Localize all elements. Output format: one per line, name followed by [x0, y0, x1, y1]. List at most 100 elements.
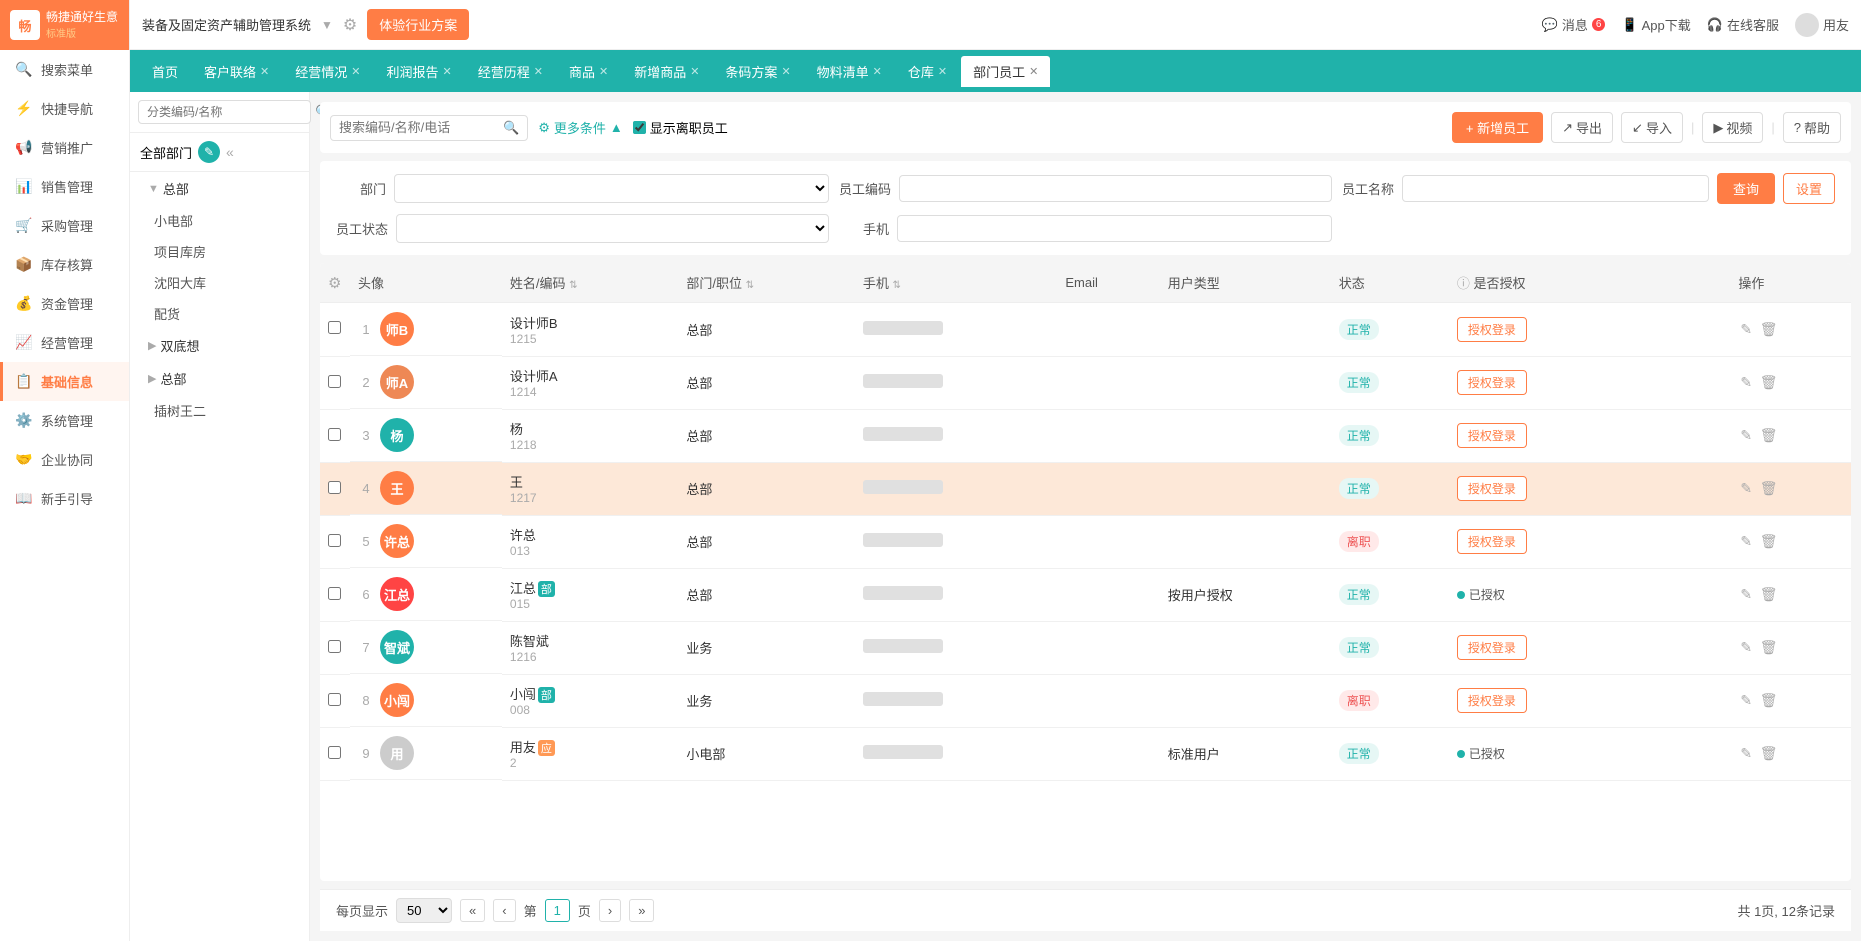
tree-group-zongbu[interactable]: ▼ 总部: [130, 172, 309, 205]
auth-login-button[interactable]: 授权登录: [1457, 370, 1527, 395]
tab-close-barcode[interactable]: ✕: [781, 65, 790, 78]
row-checkbox[interactable]: [328, 693, 341, 706]
sidebar-item-system[interactable]: ⚙️ 系统管理: [0, 401, 129, 440]
auth-login-button[interactable]: 授权登录: [1457, 635, 1527, 660]
first-page-button[interactable]: «: [460, 899, 485, 922]
tab-new-goods[interactable]: 新增商品✕: [622, 56, 711, 87]
tree-leaf-project[interactable]: 项目库房: [130, 236, 309, 267]
resigned-checkbox-input[interactable]: [633, 121, 646, 134]
auth-login-button[interactable]: 授权登录: [1457, 423, 1527, 448]
col-gear[interactable]: ⚙: [320, 263, 350, 303]
tree-leaf-peihuo[interactable]: 配货: [130, 298, 309, 329]
sidebar-item-inventory[interactable]: 📦 库存核算: [0, 245, 129, 284]
help-button[interactable]: ? 帮助: [1783, 112, 1841, 143]
tab-close-goods[interactable]: ✕: [599, 65, 608, 78]
sidebar-item-search[interactable]: 🔍 搜索菜单: [0, 50, 129, 89]
tab-customer[interactable]: 客户联络✕: [192, 56, 281, 87]
auth-login-button[interactable]: 授权登录: [1457, 688, 1527, 713]
edit-button[interactable]: ✎: [1738, 637, 1754, 658]
delete-button[interactable]: 🗑: [1758, 372, 1780, 393]
tab-close-history[interactable]: ✕: [534, 65, 543, 78]
set-button[interactable]: 设置: [1783, 173, 1835, 204]
import-button[interactable]: ↙ 导入: [1621, 112, 1683, 143]
edit-button[interactable]: ✎: [1738, 425, 1754, 446]
tab-history[interactable]: 经营历程✕: [466, 56, 555, 87]
tab-goods[interactable]: 商品✕: [557, 56, 620, 87]
try-solution-button[interactable]: 体验行业方案: [367, 9, 469, 40]
add-employee-button[interactable]: + 新增员工: [1452, 112, 1543, 143]
delete-button[interactable]: 🗑: [1758, 690, 1780, 711]
tab-warehouse[interactable]: 仓库✕: [896, 56, 959, 87]
search-input[interactable]: [339, 120, 499, 135]
tab-close-warehouse[interactable]: ✕: [938, 65, 947, 78]
tree-search-input[interactable]: [138, 100, 311, 124]
delete-button[interactable]: 🗑: [1758, 478, 1780, 499]
auth-login-button[interactable]: 授权登录: [1457, 476, 1527, 501]
app-download-button[interactable]: 📱 App下载: [1621, 15, 1690, 34]
sidebar-item-shortcut[interactable]: ⚡ 快捷导航: [0, 89, 129, 128]
row-checkbox[interactable]: [328, 321, 341, 334]
more-conditions-button[interactable]: ⚙ 更多条件 ▲: [538, 118, 623, 137]
sidebar-item-purchase[interactable]: 🛒 采购管理: [0, 206, 129, 245]
dept-select[interactable]: [394, 174, 829, 203]
tab-close-dept[interactable]: ✕: [1029, 65, 1038, 78]
edit-button[interactable]: ✎: [1738, 372, 1754, 393]
tab-barcode[interactable]: 条码方案✕: [713, 56, 802, 87]
row-checkbox[interactable]: [328, 746, 341, 759]
row-checkbox[interactable]: [328, 375, 341, 388]
sidebar-item-finance[interactable]: 💰 资金管理: [0, 284, 129, 323]
video-button[interactable]: ▶ 视频: [1702, 112, 1763, 143]
tree-leaf-chashuwang[interactable]: 插树王二: [130, 395, 309, 426]
show-resigned-checkbox[interactable]: 显示离职员工: [633, 118, 728, 137]
service-button[interactable]: 🎧 在线客服: [1707, 15, 1779, 34]
status-select[interactable]: [396, 214, 829, 243]
tree-leaf-xiaodibu[interactable]: 小电部: [130, 205, 309, 236]
delete-button[interactable]: 🗑: [1758, 584, 1780, 605]
query-button[interactable]: 查询: [1717, 173, 1775, 204]
next-page-button[interactable]: ›: [599, 899, 621, 922]
delete-button[interactable]: 🗑: [1758, 743, 1780, 764]
tree-edit-icon[interactable]: ✎: [198, 141, 220, 163]
per-page-select[interactable]: 50 100 200: [396, 898, 452, 923]
message-button[interactable]: 💬 消息 6: [1542, 15, 1606, 34]
sidebar-item-marketing[interactable]: 📢 营销推广: [0, 128, 129, 167]
delete-button[interactable]: 🗑: [1758, 531, 1780, 552]
delete-button[interactable]: 🗑: [1758, 425, 1780, 446]
edit-button[interactable]: ✎: [1738, 690, 1754, 711]
sidebar-item-collab[interactable]: 🤝 企业协同: [0, 440, 129, 479]
tree-group-shuangdixiang[interactable]: ▶ 双底想: [130, 329, 309, 362]
edit-button[interactable]: ✎: [1738, 478, 1754, 499]
auth-login-button[interactable]: 授权登录: [1457, 529, 1527, 554]
col-name[interactable]: 姓名/编码 ⇅: [502, 263, 678, 303]
sidebar-item-operations[interactable]: 📈 经营管理: [0, 323, 129, 362]
phone-input[interactable]: [897, 215, 1332, 242]
last-page-button[interactable]: »: [629, 899, 654, 922]
tab-bom[interactable]: 物料清单✕: [805, 56, 894, 87]
name-input[interactable]: [1402, 175, 1709, 202]
prev-page-button[interactable]: ‹: [493, 899, 515, 922]
row-checkbox[interactable]: [328, 640, 341, 653]
sidebar-item-sales[interactable]: 📊 销售管理: [0, 167, 129, 206]
col-dept[interactable]: 部门/职位 ⇅: [678, 263, 854, 303]
tab-close-profit[interactable]: ✕: [443, 65, 452, 78]
tree-leaf-shenyang[interactable]: 沈阳大库: [130, 267, 309, 298]
edit-button[interactable]: ✎: [1738, 743, 1754, 764]
delete-button[interactable]: 🗑: [1758, 319, 1780, 340]
tab-dept-employee[interactable]: 部门员工✕: [961, 56, 1050, 87]
row-checkbox[interactable]: [328, 587, 341, 600]
auth-login-button[interactable]: 授权登录: [1457, 317, 1527, 342]
col-phone[interactable]: 手机 ⇅: [855, 263, 1058, 303]
tab-close-bom[interactable]: ✕: [873, 65, 882, 78]
topbar-gear-icon[interactable]: ⚙: [343, 15, 357, 35]
sidebar-item-guide[interactable]: 📖 新手引导: [0, 479, 129, 518]
row-checkbox[interactable]: [328, 534, 341, 547]
edit-button[interactable]: ✎: [1738, 584, 1754, 605]
tab-operation[interactable]: 经营情况✕: [283, 56, 372, 87]
user-button[interactable]: 用友: [1795, 13, 1849, 37]
row-checkbox[interactable]: [328, 428, 341, 441]
tab-profit[interactable]: 利润报告✕: [374, 56, 463, 87]
export-button[interactable]: ↗ 导出: [1551, 112, 1613, 143]
tree-collapse-icon[interactable]: «: [226, 144, 234, 160]
sidebar-item-basic[interactable]: 📋 基础信息: [0, 362, 129, 401]
edit-button[interactable]: ✎: [1738, 531, 1754, 552]
